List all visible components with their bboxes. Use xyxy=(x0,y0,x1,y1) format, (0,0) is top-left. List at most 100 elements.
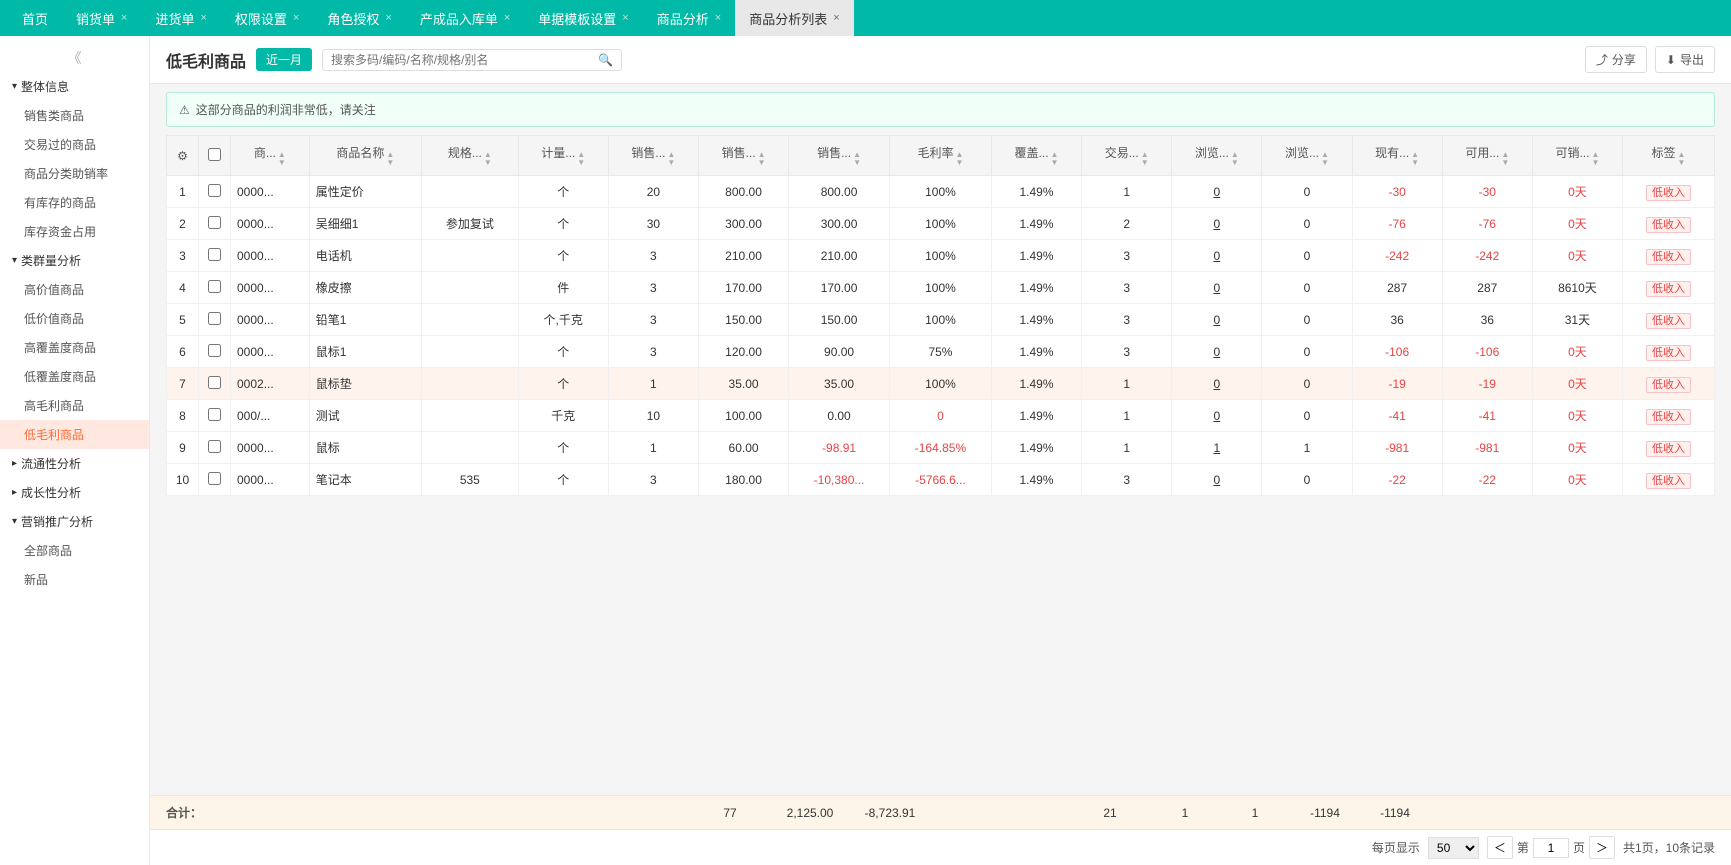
nav-item-role[interactable]: 角色授权 × xyxy=(313,0,405,36)
close-icon[interactable]: × xyxy=(833,12,839,24)
row-select-checkbox[interactable] xyxy=(208,248,221,261)
sidebar-item-high-coverage[interactable]: 高覆盖度商品 xyxy=(0,333,149,362)
sidebar-item-new-products[interactable]: 新品 xyxy=(0,565,149,594)
date-filter-button[interactable]: 近一月 xyxy=(256,48,312,71)
close-icon[interactable]: × xyxy=(715,12,721,24)
search-icon: 🔍 xyxy=(598,53,613,67)
row-select-checkbox[interactable] xyxy=(208,280,221,293)
sidebar-item-all-products[interactable]: 全部商品 xyxy=(0,536,149,565)
export-button[interactable]: ⬇ 导出 xyxy=(1655,46,1715,73)
nav-item-template[interactable]: 单据模板设置 × xyxy=(524,0,642,36)
row-checkbox[interactable] xyxy=(199,208,231,240)
tag-badge: 低收入 xyxy=(1646,249,1691,265)
view1-link[interactable]: 1 xyxy=(1213,441,1220,455)
share-button[interactable]: ⤴ 分享 xyxy=(1585,46,1647,73)
row-select-checkbox[interactable] xyxy=(208,344,221,357)
sidebar-item-stocked-products[interactable]: 有库存的商品 xyxy=(0,188,149,217)
prev-page-button[interactable]: ＜ xyxy=(1487,836,1513,859)
close-icon[interactable]: × xyxy=(504,12,510,24)
sidebar-item-high-value[interactable]: 高价值商品 xyxy=(0,275,149,304)
row-code: 0000... xyxy=(231,240,310,272)
row-checkbox[interactable] xyxy=(199,336,231,368)
row-checkbox[interactable] xyxy=(199,176,231,208)
page-input[interactable] xyxy=(1533,838,1569,858)
close-icon[interactable]: × xyxy=(622,12,628,24)
row-checkbox[interactable] xyxy=(199,368,231,400)
close-icon[interactable]: × xyxy=(293,12,299,24)
next-page-button[interactable]: ＞ xyxy=(1589,836,1615,859)
sidebar-item-low-coverage[interactable]: 低覆盖度商品 xyxy=(0,362,149,391)
row-view1[interactable]: 0 xyxy=(1172,304,1262,336)
row-select-checkbox[interactable] xyxy=(208,408,221,421)
sidebar-item-sales-products[interactable]: 销售类商品 xyxy=(0,101,149,130)
row-checkbox[interactable] xyxy=(199,464,231,496)
row-margin-rate: 75% xyxy=(889,336,991,368)
sidebar-group-flow[interactable]: ▸ 流通性分析 xyxy=(0,449,149,478)
view1-link[interactable]: 0 xyxy=(1213,377,1220,391)
row-view1[interactable]: 0 xyxy=(1172,208,1262,240)
row-view1[interactable]: 0 xyxy=(1172,336,1262,368)
view1-link[interactable]: 0 xyxy=(1213,185,1220,199)
view1-link[interactable]: 0 xyxy=(1213,281,1220,295)
view1-link[interactable]: 0 xyxy=(1213,473,1220,487)
nav-item-home[interactable]: 首页 xyxy=(8,0,62,36)
row-view1[interactable]: 0 xyxy=(1172,272,1262,304)
close-icon[interactable]: × xyxy=(121,12,127,24)
view2-column-header: 浏览...▲▼ xyxy=(1262,136,1352,176)
nav-item-permission[interactable]: 权限设置 × xyxy=(221,0,313,36)
row-view1[interactable]: 0 xyxy=(1172,368,1262,400)
row-current: -30 xyxy=(1352,176,1442,208)
row-current: -22 xyxy=(1352,464,1442,496)
nav-item-product-analysis-list[interactable]: 商品分析列表 × xyxy=(735,0,853,36)
select-all-checkbox[interactable] xyxy=(208,148,221,161)
row-view2: 0 xyxy=(1262,400,1352,432)
row-tag: 低收入 xyxy=(1623,336,1715,368)
view1-link[interactable]: 0 xyxy=(1213,249,1220,263)
row-view1[interactable]: 0 xyxy=(1172,400,1262,432)
row-checkbox[interactable] xyxy=(199,240,231,272)
close-icon[interactable]: × xyxy=(385,12,391,24)
sidebar-item-traded-products[interactable]: 交易过的商品 xyxy=(0,130,149,159)
sidebar-group-overall[interactable]: ▾ 整体信息 xyxy=(0,72,149,101)
row-view1[interactable]: 0 xyxy=(1172,464,1262,496)
row-checkbox[interactable] xyxy=(199,432,231,464)
sidebar-group-marketing[interactable]: ▾ 营销推广分析 xyxy=(0,507,149,536)
sidebar-group-growth[interactable]: ▸ 成长性分析 xyxy=(0,478,149,507)
nav-item-product-analysis[interactable]: 商品分析 × xyxy=(643,0,735,36)
row-view1[interactable]: 0 xyxy=(1172,176,1262,208)
row-view1[interactable]: 1 xyxy=(1172,432,1262,464)
row-tag: 低收入 xyxy=(1623,368,1715,400)
sidebar-item-inventory-capital[interactable]: 库存资金占用 xyxy=(0,217,149,246)
search-input[interactable] xyxy=(331,53,594,67)
close-icon[interactable]: × xyxy=(200,12,206,24)
row-checkbox[interactable] xyxy=(199,304,231,336)
row-sales-price: 210.00 xyxy=(698,240,788,272)
sidebar-collapse-button[interactable]: 《 xyxy=(65,48,85,68)
row-select-checkbox[interactable] xyxy=(208,440,221,453)
row-select-checkbox[interactable] xyxy=(208,312,221,325)
per-page-select[interactable]: 50 20 100 xyxy=(1428,837,1479,859)
row-select-checkbox[interactable] xyxy=(208,184,221,197)
nav-item-product-inbound[interactable]: 产成品入库单 × xyxy=(406,0,524,36)
sidebar-item-category-sales[interactable]: 商品分类助销率 xyxy=(0,159,149,188)
view1-link[interactable]: 0 xyxy=(1213,409,1220,423)
checkbox-column-header[interactable] xyxy=(199,136,231,176)
view1-link[interactable]: 0 xyxy=(1213,217,1220,231)
row-select-checkbox[interactable] xyxy=(208,472,221,485)
row-checkbox[interactable] xyxy=(199,400,231,432)
nav-item-purchase[interactable]: 进货单 × xyxy=(141,0,220,36)
row-select-checkbox[interactable] xyxy=(208,216,221,229)
sidebar-item-low-margin[interactable]: 低毛利商品 xyxy=(0,420,149,449)
sidebar-group-cluster[interactable]: ▾ 类群量分析 xyxy=(0,246,149,275)
row-checkbox[interactable] xyxy=(199,272,231,304)
row-select-checkbox[interactable] xyxy=(208,376,221,389)
view1-link[interactable]: 0 xyxy=(1213,345,1220,359)
row-view1[interactable]: 0 xyxy=(1172,240,1262,272)
nav-item-sales[interactable]: 销货单 × xyxy=(62,0,141,36)
view1-link[interactable]: 0 xyxy=(1213,313,1220,327)
page-title: 低毛利商品 xyxy=(166,48,246,72)
gear-column-header[interactable]: ⚙ xyxy=(167,136,199,176)
sidebar-item-high-margin[interactable]: 高毛利商品 xyxy=(0,391,149,420)
sidebar-item-low-value[interactable]: 低价值商品 xyxy=(0,304,149,333)
row-no: 4 xyxy=(167,272,199,304)
